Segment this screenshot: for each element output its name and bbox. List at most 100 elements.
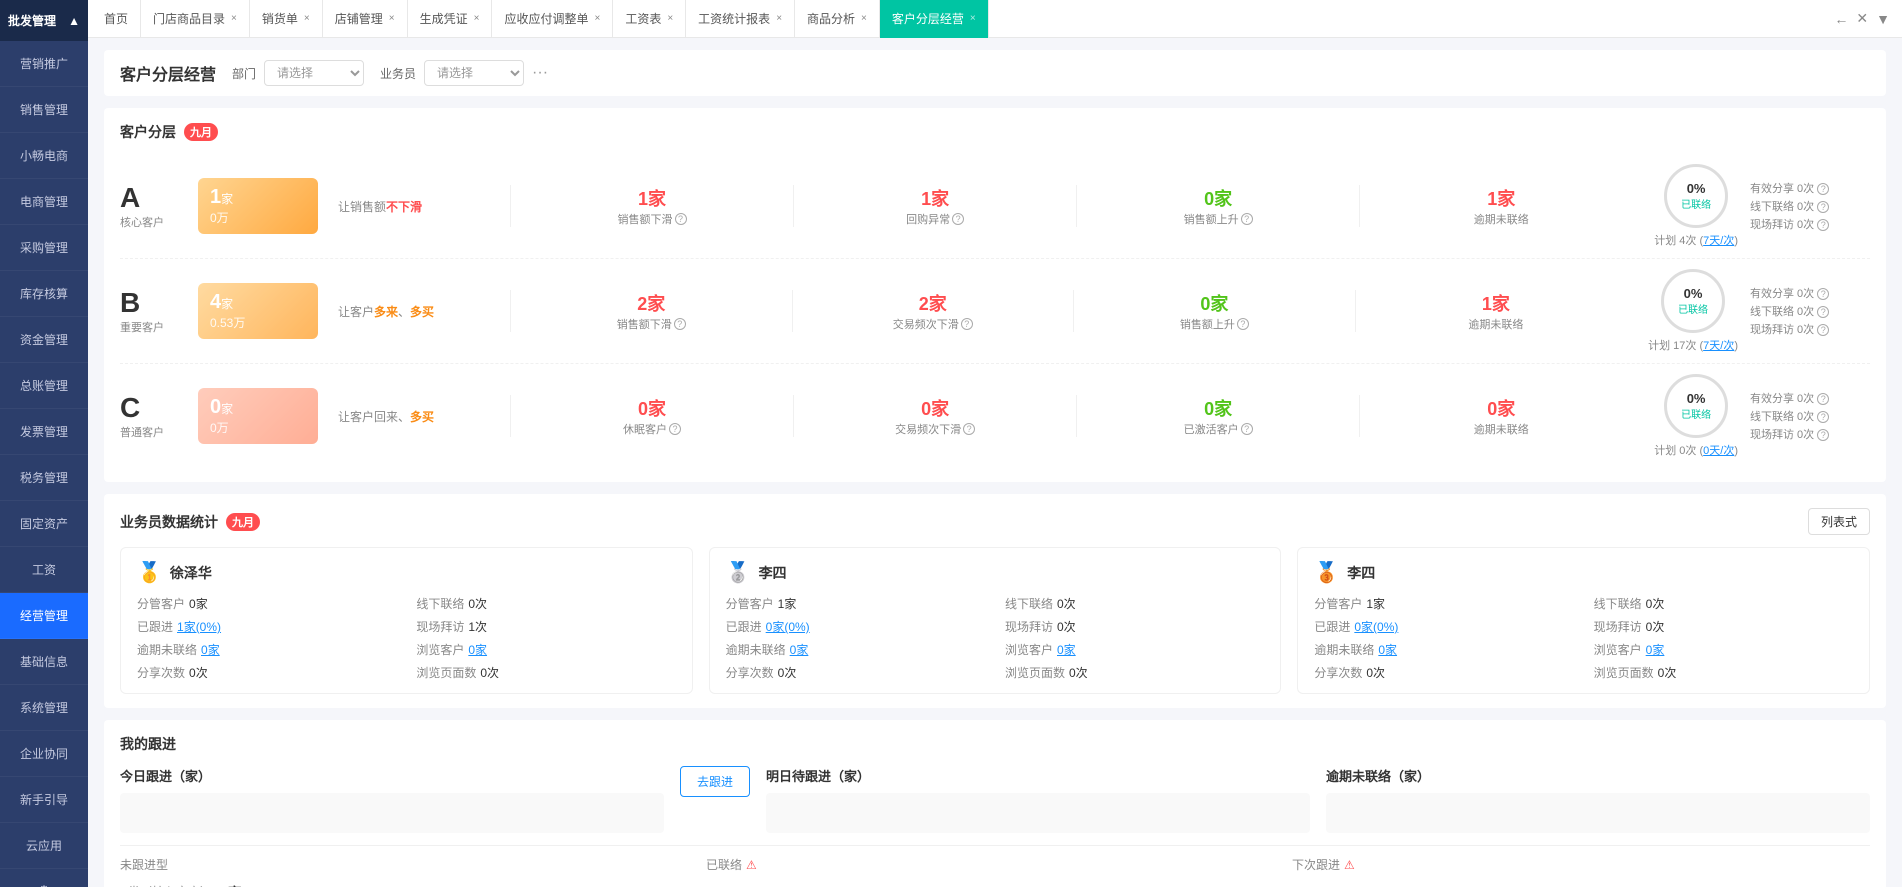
tier-letter-C: C 普通客户	[120, 392, 190, 440]
sidebar-item-资金管理[interactable]: 资金管理	[0, 317, 88, 363]
tab-menu-icon[interactable]: ▼	[1876, 11, 1890, 27]
sidebar-item-发票管理[interactable]: 发票管理	[0, 409, 88, 455]
tier-circle-B: 0% 已联络 计划 17次 (7天/次)	[1648, 269, 1738, 353]
tier-row-A: A 核心客户 1家 0万 让销售额不下滑 1家 销售额下滑 ? 1家 回购异常 …	[120, 154, 1870, 259]
tier-m2-B[interactable]: 2家 交易频次下滑 ?	[792, 290, 1074, 332]
tier-metrics-C: 0家 休眠客户 ? 0家 交易频次下滑 ? 0家 已激活客户 ? 0家 逾期未联…	[510, 395, 1642, 437]
tier-suggest-C: 让客户回来、多买	[338, 408, 498, 425]
tab-prev-icon[interactable]: ←	[1834, 11, 1848, 27]
tab-close-应收应付调整单[interactable]: ×	[594, 13, 600, 24]
tier-m4-C[interactable]: 0家 逾期未联络	[1359, 395, 1642, 437]
staff-stat: 已跟进 0家(0%)	[1314, 618, 1573, 635]
tier-m3-B[interactable]: 0家 销售额上升 ?	[1073, 290, 1355, 332]
tier-m3-A[interactable]: 0家 销售额上升 ?	[1076, 185, 1359, 227]
tab-店铺管理[interactable]: 店铺管理×	[323, 0, 408, 38]
tab-应收应付调整单[interactable]: 应收应付调整单×	[492, 0, 613, 38]
sidebar-item-销售管理[interactable]: 销售管理	[0, 87, 88, 133]
sidebar-item-基础信息[interactable]: 基础信息	[0, 639, 88, 685]
sidebar-item-库存核算[interactable]: 库存核算	[0, 271, 88, 317]
tier-m2-A[interactable]: 1家 回购异常 ?	[793, 185, 1076, 227]
tab-close-商品分析[interactable]: ×	[861, 13, 867, 24]
tier-A-label: A类（核心客户）	[120, 883, 212, 887]
staff-stat: 浏览客户 0家	[416, 641, 675, 658]
tier-m3-C[interactable]: 0家 已激活客户 ?	[1076, 395, 1359, 437]
tab-close-all-icon[interactable]: ✕	[1856, 10, 1868, 27]
sidebar-item-营销推广[interactable]: 营销推广	[0, 41, 88, 87]
staff-stat: 线下联络 0次	[416, 595, 675, 612]
tab-工资表[interactable]: 工资表×	[613, 0, 686, 38]
staff-medal: 🥇	[137, 560, 162, 585]
tab-close-销货单[interactable]: ×	[304, 13, 310, 24]
staff-medal: 🥉	[1314, 560, 1339, 585]
staff-select[interactable]: 请选择	[424, 60, 524, 86]
tomorrow-followup-content	[766, 793, 1310, 833]
tier-m4-A[interactable]: 1家 逾期未联络	[1359, 185, 1642, 227]
tab-生成凭证[interactable]: 生成凭证×	[408, 0, 493, 38]
tier-m1-C[interactable]: 0家 休眠客户 ?	[510, 395, 793, 437]
tab-close-门店商品目录[interactable]: ×	[231, 13, 237, 24]
staff-stats-徐泽华: 分管客户 0家 线下联络 0次 已跟进 1家(0%) 现场拜访 1次 逾期未联络…	[137, 595, 676, 681]
sidebar-settings[interactable]: ⚙	[0, 869, 88, 887]
followup-bottom: 未跟进型 已联络 ⚠ 下次跟进 ⚠ A类（核心客户）	[120, 845, 1870, 887]
today-followup-label: 今日跟进（家）	[120, 766, 664, 785]
staff-filter: 业务员 请选择 ···	[380, 60, 548, 86]
tier-right-stats-B: 有效分享 0次 ?线下联络 0次 ?现场拜访 0次 ?	[1750, 285, 1870, 337]
tab-销货单[interactable]: 销货单×	[250, 0, 323, 38]
tier-m2-C[interactable]: 0家 交易频次下滑 ?	[793, 395, 1076, 437]
filter-more-icon[interactable]: ···	[532, 64, 548, 82]
sidebar-item-企业协同[interactable]: 企业协同	[0, 731, 88, 777]
tier-letter-B: B 重要客户	[120, 287, 190, 335]
staff-card-李四: 🥉 李四 分管客户 1家 线下联络 0次 已跟进 0家(0%) 现场拜访 0次 …	[1297, 547, 1870, 694]
staff-stat: 逾期未联络 0家	[137, 641, 396, 658]
staff-stat: 现场拜访 1次	[416, 618, 675, 635]
tab-close-客户分层经营[interactable]: ×	[970, 13, 976, 24]
followup-bottom-label2: 已联络 ⚠	[706, 856, 1284, 873]
sidebar-collapse-icon[interactable]: ▲	[68, 14, 80, 28]
sidebar-item-系统管理[interactable]: 系统管理	[0, 685, 88, 731]
tier-m1-B[interactable]: 2家 销售额下滑 ?	[510, 290, 792, 332]
alert-icon1[interactable]: ⚠	[746, 858, 757, 872]
sidebar-item-税务管理[interactable]: 税务管理	[0, 455, 88, 501]
staff-stat: 已跟进 0家(0%)	[726, 618, 985, 635]
tier-labels-row: A类（核心客户） 0家	[120, 883, 1870, 887]
goto-followup-button[interactable]: 去跟进	[680, 766, 750, 797]
tab-close-生成凭证[interactable]: ×	[474, 13, 480, 24]
tier-m4-B[interactable]: 1家 逾期未联络	[1355, 290, 1637, 332]
sidebar-item-采购管理[interactable]: 采购管理	[0, 225, 88, 271]
tier-m1-A[interactable]: 1家 销售额下滑 ?	[510, 185, 793, 227]
tab-close-工资统计报表[interactable]: ×	[776, 13, 782, 24]
sidebar-item-小畅电商[interactable]: 小畅电商	[0, 133, 88, 179]
staff-stat: 逾期未联络 0家	[726, 641, 985, 658]
followup-section-title: 我的跟进	[120, 734, 1870, 754]
tab-close-工资表[interactable]: ×	[667, 13, 673, 24]
staff-stat: 线下联络 0次	[1594, 595, 1853, 612]
sidebar-item-新手引导[interactable]: 新手引导	[0, 777, 88, 823]
dept-select[interactable]: 请选择	[264, 60, 364, 86]
sidebar-item-工资[interactable]: 工资	[0, 547, 88, 593]
staff-stat: 浏览客户 0家	[1594, 641, 1853, 658]
today-followup: 今日跟进（家）	[120, 766, 664, 833]
staff-stat: 分享次数 0次	[1314, 664, 1573, 681]
tab-close-店铺管理[interactable]: ×	[389, 13, 395, 24]
sidebar-item-固定资产[interactable]: 固定资产	[0, 501, 88, 547]
followup-bottom-col2: 已联络 ⚠	[706, 856, 1284, 879]
tab-首页[interactable]: 首页	[92, 0, 141, 38]
sidebar-item-经营管理[interactable]: 经营管理	[0, 593, 88, 639]
tab-bar: 首页门店商品目录×销货单×店铺管理×生成凭证×应收应付调整单×工资表×工资统计报…	[88, 0, 1902, 38]
tier-circle-A: 0% 已联络 计划 4次 (7天/次)	[1654, 164, 1738, 248]
tab-门店商品目录[interactable]: 门店商品目录×	[141, 0, 250, 38]
list-view-button[interactable]: 列表式	[1808, 508, 1870, 535]
goto-followup-btn-wrap: 去跟进	[680, 766, 750, 797]
tier-right-stats-A: 有效分享 0次 ?线下联络 0次 ?现场拜访 0次 ?	[1750, 180, 1870, 232]
alert-icon2[interactable]: ⚠	[1344, 858, 1355, 872]
tab-商品分析[interactable]: 商品分析×	[795, 0, 880, 38]
sidebar-item-电商管理[interactable]: 电商管理	[0, 179, 88, 225]
tab-客户分层经营[interactable]: 客户分层经营×	[880, 0, 989, 38]
staff-stat: 逾期未联络 0家	[1314, 641, 1573, 658]
tab-工资统计报表[interactable]: 工资统计报表×	[686, 0, 795, 38]
sidebar-header[interactable]: 批发管理 ▲	[0, 0, 88, 41]
sidebar-item-云应用[interactable]: 云应用	[0, 823, 88, 869]
sidebar-item-总账管理[interactable]: 总账管理	[0, 363, 88, 409]
staff-stat: 分管客户 1家	[1314, 595, 1573, 612]
dept-label: 部门	[232, 65, 256, 82]
